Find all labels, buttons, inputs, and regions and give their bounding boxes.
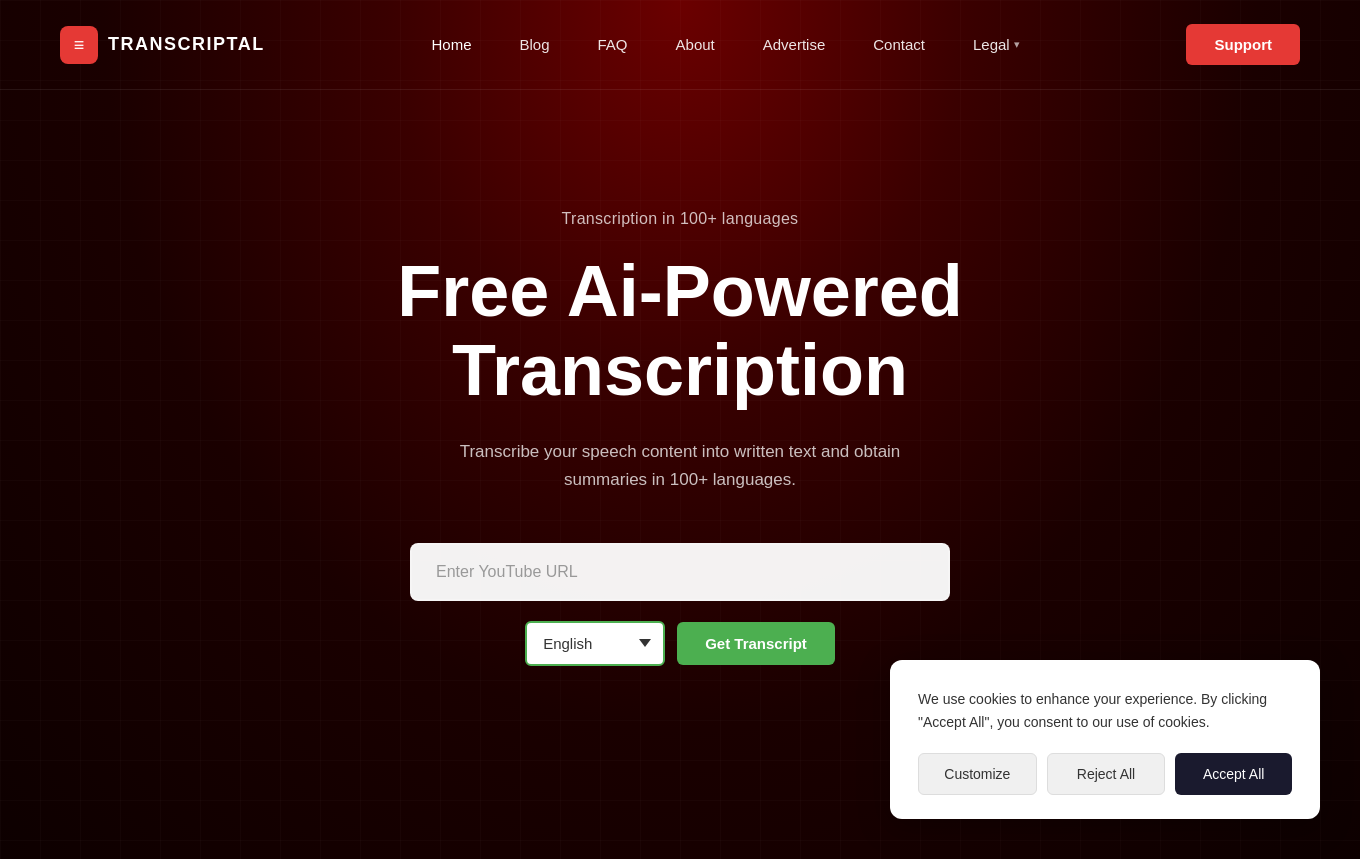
nav-contact[interactable]: Contact	[853, 28, 945, 61]
cookie-message: We use cookies to enhance your experienc…	[918, 688, 1292, 733]
nav-faq[interactable]: FAQ	[578, 28, 648, 61]
logo-icon: ≡	[60, 26, 98, 64]
nav-about[interactable]: About	[656, 28, 735, 61]
logo[interactable]: ≡ TRANSCRIPTAL	[60, 26, 265, 64]
form-controls: EnglishSpanishFrenchGermanChineseJapanes…	[525, 621, 835, 666]
main-nav: Home Blog FAQ About Advertise Contact Le…	[411, 28, 1039, 61]
language-select[interactable]: EnglishSpanishFrenchGermanChineseJapanes…	[525, 621, 665, 666]
accept-all-button[interactable]: Accept All	[1175, 753, 1292, 795]
url-input-container	[410, 543, 950, 601]
cookie-buttons: Customize Reject All Accept All	[918, 753, 1292, 795]
main-content: Transcription in 100+ languages Free Ai-…	[0, 90, 1360, 666]
cookie-banner: We use cookies to enhance your experienc…	[890, 660, 1320, 819]
tagline: Transcription in 100+ languages	[562, 210, 799, 228]
hero-subtitle: Transcribe your speech content into writ…	[430, 438, 930, 492]
get-transcript-button[interactable]: Get Transcript	[677, 622, 835, 665]
youtube-url-input[interactable]	[410, 543, 950, 601]
header: ≡ TRANSCRIPTAL Home Blog FAQ About Adver…	[0, 0, 1360, 90]
customize-button[interactable]: Customize	[918, 753, 1037, 795]
hero-title: Free Ai-Powered Transcription	[330, 252, 1030, 410]
logo-text: TRANSCRIPTAL	[108, 34, 265, 55]
nav-advertise[interactable]: Advertise	[743, 28, 846, 61]
nav-legal[interactable]: Legal ▾	[953, 28, 1040, 61]
support-button[interactable]: Support	[1186, 24, 1300, 65]
chevron-down-icon: ▾	[1014, 38, 1020, 51]
reject-all-button[interactable]: Reject All	[1047, 753, 1166, 795]
menu-icon: ≡	[74, 36, 85, 54]
nav-home[interactable]: Home	[411, 28, 491, 61]
nav-blog[interactable]: Blog	[499, 28, 569, 61]
